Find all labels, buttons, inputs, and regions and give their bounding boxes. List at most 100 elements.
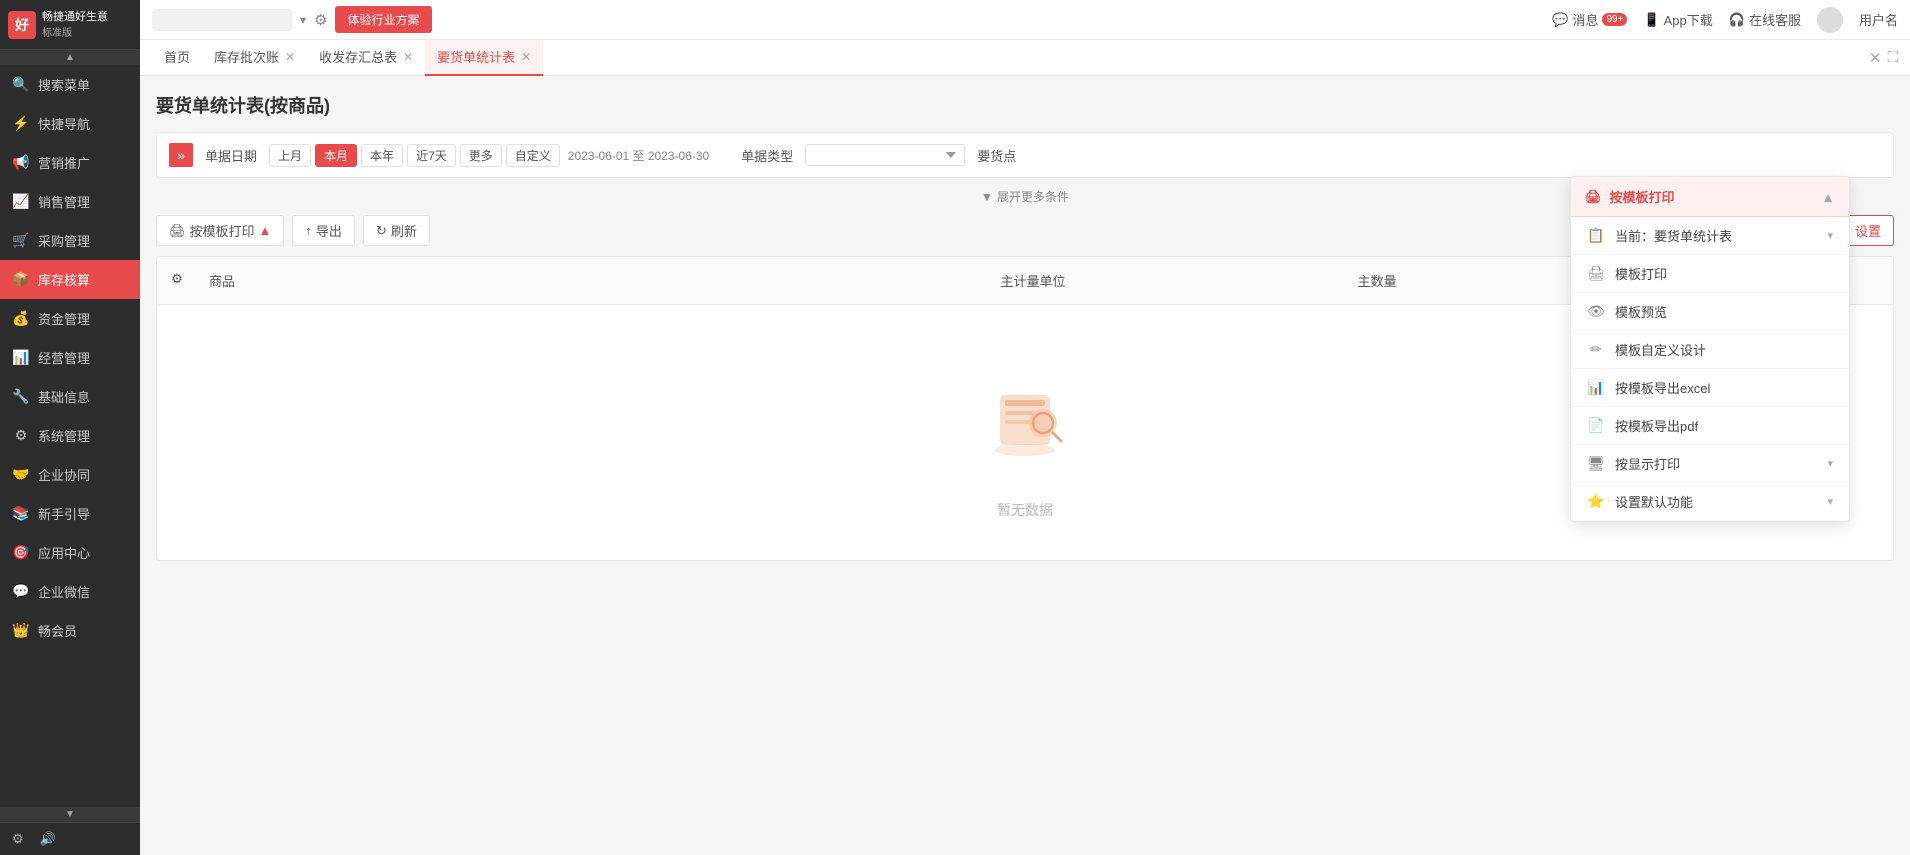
service-label: 在线客服 <box>1749 10 1801 29</box>
dropdown-display-print[interactable]: 🖥 按显示打印 ▾ <box>1571 445 1849 483</box>
sidebar-bottom: ⚙ 🔊 <box>0 822 140 855</box>
sidebar-item-inventory[interactable]: 📦 库存核算 <box>0 260 140 299</box>
message-label: 消息 <box>1572 10 1598 29</box>
sidebar-item-purchase[interactable]: 🛒 采购管理 <box>0 221 140 260</box>
topbar-app-download[interactable]: 📱 App下载 <box>1643 10 1712 29</box>
default-settings-icon: ⭐ <box>1587 493 1605 510</box>
template-current-icon: 📋 <box>1587 227 1605 244</box>
date-btn-thismonth[interactable]: 本月 <box>315 144 357 167</box>
speaker-icon[interactable]: 🔊 <box>40 831 56 847</box>
dropdown-current-template[interactable]: 📋 当前：要货单统计表 ▾ <box>1571 217 1849 255</box>
sidebar-item-member[interactable]: 👑 畅会员 <box>0 611 140 650</box>
print-template-button[interactable]: 🖨 按模板打印 ▲ <box>156 215 284 246</box>
dropdown-item-template-excel[interactable]: 📊 按模板导出excel <box>1571 369 1849 407</box>
topbar-right: 💬 消息 99+ 📱 App下载 🎧 在线客服 用户名 <box>1552 7 1898 33</box>
date-btn-more[interactable]: 更多 <box>460 144 502 167</box>
current-template-chevron: ▾ <box>1827 229 1833 242</box>
display-print-icon: 🖥 <box>1587 455 1605 472</box>
export-label: 导出 <box>316 221 342 240</box>
current-template-label: 当前：要货单统计表 <box>1615 226 1732 245</box>
export-icon: ↑ <box>305 223 312 238</box>
template-preview-label: 模板预览 <box>1615 302 1667 321</box>
expand-icon: ▼ <box>981 190 993 204</box>
dropdown-item-template-pdf[interactable]: 📄 按模板导出pdf <box>1571 407 1849 445</box>
tab-window-controls: ✕ ⛶ <box>1869 49 1898 67</box>
tab-inventory-batch-close[interactable]: ✕ <box>285 50 295 64</box>
sidebar-label-purchase: 采购管理 <box>38 231 90 250</box>
sidebar-item-sales[interactable]: 📈 销售管理 <box>0 182 140 221</box>
sidebar-scroll-down[interactable]: ▼ <box>0 807 140 822</box>
content-area: 要货单统计表(按商品) » 单据日期 上月 本月 本年 近7天 更多 自定义 2… <box>140 76 1910 855</box>
yaohuodian-filter-label: 要货点 <box>977 146 1016 165</box>
window-expand-icon[interactable]: ⛶ <box>1887 49 1898 66</box>
sidebar-item-operations[interactable]: 📊 经营管理 <box>0 338 140 377</box>
username-label: 用户名 <box>1859 10 1898 29</box>
type-filter-select[interactable] <box>805 144 965 166</box>
th-settings[interactable]: ⚙ <box>157 265 197 296</box>
tab-home[interactable]: 首页 <box>152 40 202 76</box>
date-btn-custom[interactable]: 自定义 <box>506 144 560 167</box>
sidebar-scroll-up[interactable]: ▲ <box>0 50 140 65</box>
dropdown-close-button[interactable]: ▲ <box>1821 189 1835 205</box>
topbar-search-input[interactable] <box>152 9 292 31</box>
date-btn-thisyear[interactable]: 本年 <box>361 144 403 167</box>
sidebar-item-finance[interactable]: 💰 资金管理 <box>0 299 140 338</box>
lightning-icon: ⚡ <box>12 115 30 132</box>
app-name: 畅捷通好生意 <box>42 10 108 24</box>
sidebar: 好 畅捷通好生意 标准版 ▲ 🔍 搜索菜单 ⚡ 快捷导航 📢 营销推广 📈 销售… <box>0 0 140 855</box>
sidebar-label-search: 搜索菜单 <box>38 75 90 94</box>
settings-icon[interactable]: ⚙ <box>12 831 24 847</box>
date-btn-lastmonth[interactable]: 上月 <box>269 144 311 167</box>
tab-order-stats-label: 要货单统计表 <box>437 47 515 66</box>
sidebar-item-search[interactable]: 🔍 搜索菜单 <box>0 65 140 104</box>
date-filter-label: 单据日期 <box>205 146 257 165</box>
sidebar-item-enterprise[interactable]: 🤝 企业协同 <box>0 455 140 494</box>
refresh-button[interactable]: ↻ 刷新 <box>363 215 430 246</box>
template-excel-label: 按模板导出excel <box>1615 378 1710 397</box>
default-settings-chevron: ▾ <box>1827 495 1833 508</box>
sidebar-item-shortcuts[interactable]: ⚡ 快捷导航 <box>0 104 140 143</box>
default-settings-label: 设置默认功能 <box>1615 492 1693 511</box>
dropdown-default-settings[interactable]: ⭐ 设置默认功能 ▾ <box>1571 483 1849 521</box>
sidebar-item-wechat[interactable]: 💬 企业微信 <box>0 572 140 611</box>
search-icon: 🔍 <box>12 76 30 93</box>
expand-more-button[interactable]: ▼ 展开更多条件 <box>981 188 1069 205</box>
dropdown-item-template-print[interactable]: 🖨 模板打印 <box>1571 255 1849 293</box>
sidebar-label-guide: 新手引导 <box>38 504 90 523</box>
app-name-block: 畅捷通好生意 标准版 <box>42 10 108 39</box>
topbar-gear-icon[interactable]: ⚙ <box>314 11 327 29</box>
sidebar-label-sales: 销售管理 <box>38 192 90 211</box>
sidebar-item-basic[interactable]: 🔧 基础信息 <box>0 377 140 416</box>
sidebar-item-system[interactable]: ⚙ 系统管理 <box>0 416 140 455</box>
user-avatar[interactable] <box>1817 7 1843 33</box>
date-btn-7days[interactable]: 近7天 <box>407 144 456 167</box>
mobile-icon: 📱 <box>1643 12 1659 28</box>
date-filter-buttons: 上月 本月 本年 近7天 更多 自定义 2023-06-01 至 2023-06… <box>269 144 709 167</box>
window-close-icon[interactable]: ✕ <box>1869 49 1882 67</box>
tab-stock-summary-close[interactable]: ✕ <box>403 50 413 64</box>
topbar-messages[interactable]: 💬 消息 99+ <box>1552 10 1627 29</box>
export-button[interactable]: ↑ 导出 <box>292 215 355 246</box>
sidebar-item-guide[interactable]: 📚 新手引导 <box>0 494 140 533</box>
wechat-icon: 💬 <box>12 583 30 600</box>
template-preview-icon: 👁 <box>1587 303 1605 320</box>
dropdown-print-icon: 🖨 <box>1585 189 1602 205</box>
tab-inventory-batch[interactable]: 库存批次账 ✕ <box>202 40 307 76</box>
topbar-search-dropdown[interactable]: ▾ <box>300 13 306 27</box>
app-logo-icon: 好 <box>8 11 36 39</box>
tab-stock-summary[interactable]: 收发存汇总表 ✕ <box>307 40 425 76</box>
tab-order-stats-close[interactable]: ✕ <box>521 50 531 64</box>
template-design-icon: ✏ <box>1587 341 1605 358</box>
cart-icon: 🛒 <box>12 232 30 249</box>
dropdown-item-template-preview[interactable]: 👁 模板预览 <box>1571 293 1849 331</box>
sidebar-item-marketing[interactable]: 📢 营销推广 <box>0 143 140 182</box>
dropdown-item-template-design[interactable]: ✏ 模板自定义设计 <box>1571 331 1849 369</box>
sidebar-label-marketing: 营销推广 <box>38 153 90 172</box>
sidebar-nav: 🔍 搜索菜单 ⚡ 快捷导航 📢 营销推广 📈 销售管理 🛒 采购管理 📦 库存核… <box>0 65 140 807</box>
tab-order-stats[interactable]: 要货单统计表 ✕ <box>425 40 543 76</box>
sidebar-item-apps[interactable]: 🎯 应用中心 <box>0 533 140 572</box>
filter-expand-button[interactable]: » <box>169 143 193 167</box>
topbar-online-service[interactable]: 🎧 在线客服 <box>1729 10 1801 29</box>
trial-button[interactable]: 体验行业方案 <box>335 6 431 33</box>
refresh-label: 刷新 <box>391 221 417 240</box>
